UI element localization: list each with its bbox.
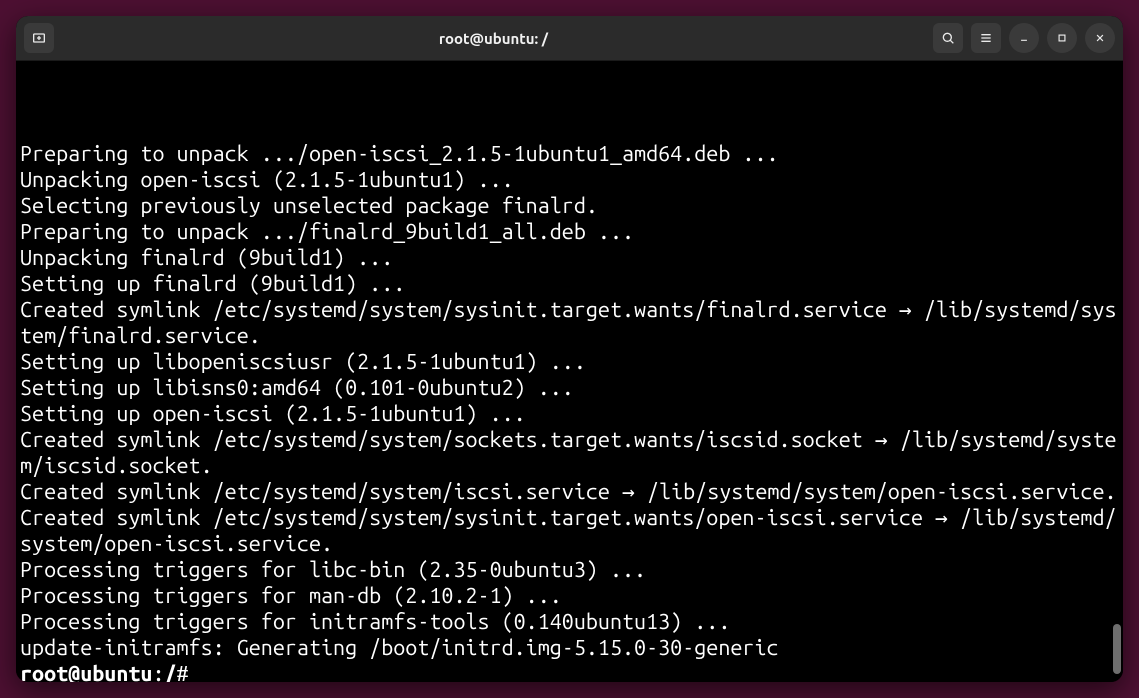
terminal-line: Preparing to unpack .../finalrd_9build1_… [20,219,1119,245]
prompt-symbol: # [177,662,201,682]
terminal-line: update-initramfs: Generating /boot/initr… [20,635,1119,661]
prompt-path: / [165,662,177,682]
terminal-line: Setting up finalrd (9build1) ... [20,271,1119,297]
terminal-line: Created symlink /etc/systemd/system/sock… [20,427,1119,479]
terminal-line: Setting up open-iscsi (2.1.5-1ubuntu1) .… [20,401,1119,427]
terminal-line: Processing triggers for man-db (2.10.2-1… [20,583,1119,609]
terminal-line: Processing triggers for initramfs-tools … [20,609,1119,635]
terminal-line: Created symlink /etc/systemd/system/iscs… [20,479,1119,505]
terminal-line: Preparing to unpack .../open-iscsi_2.1.5… [20,141,1119,167]
close-button[interactable] [1085,23,1115,53]
terminal-line: Unpacking open-iscsi (2.1.5-1ubuntu1) ..… [20,167,1119,193]
window-title: root@ubuntu: / [60,30,927,47]
terminal-line: Unpacking finalrd (9build1) ... [20,245,1119,271]
titlebar: root@ubuntu: / [16,16,1123,61]
terminal-line: Created symlink /etc/systemd/system/sysi… [20,505,1119,557]
terminal-line: Selecting previously unselected package … [20,193,1119,219]
terminal-line: Setting up libopeniscsiusr (2.1.5-1ubunt… [20,349,1119,375]
maximize-button[interactable] [1047,23,1077,53]
terminal-line: Created symlink /etc/systemd/system/sysi… [20,297,1119,349]
new-tab-button[interactable] [24,23,54,53]
terminal-body[interactable]: Preparing to unpack .../open-iscsi_2.1.5… [16,61,1123,682]
terminal-window: root@ubuntu: / [16,16,1123,682]
terminal-line: Processing triggers for libc-bin (2.35-0… [20,557,1119,583]
terminal-prompt[interactable]: root@ubuntu:/# [20,661,1119,682]
terminal-line: Setting up libisns0:amd64 (0.101-0ubuntu… [20,375,1119,401]
hamburger-menu-button[interactable] [971,23,1001,53]
minimize-button[interactable] [1009,23,1039,53]
prompt-user-host: root@ubuntu [20,662,152,682]
scrollbar-thumb[interactable] [1113,624,1121,674]
search-button[interactable] [933,23,963,53]
prompt-colon: : [152,662,164,682]
